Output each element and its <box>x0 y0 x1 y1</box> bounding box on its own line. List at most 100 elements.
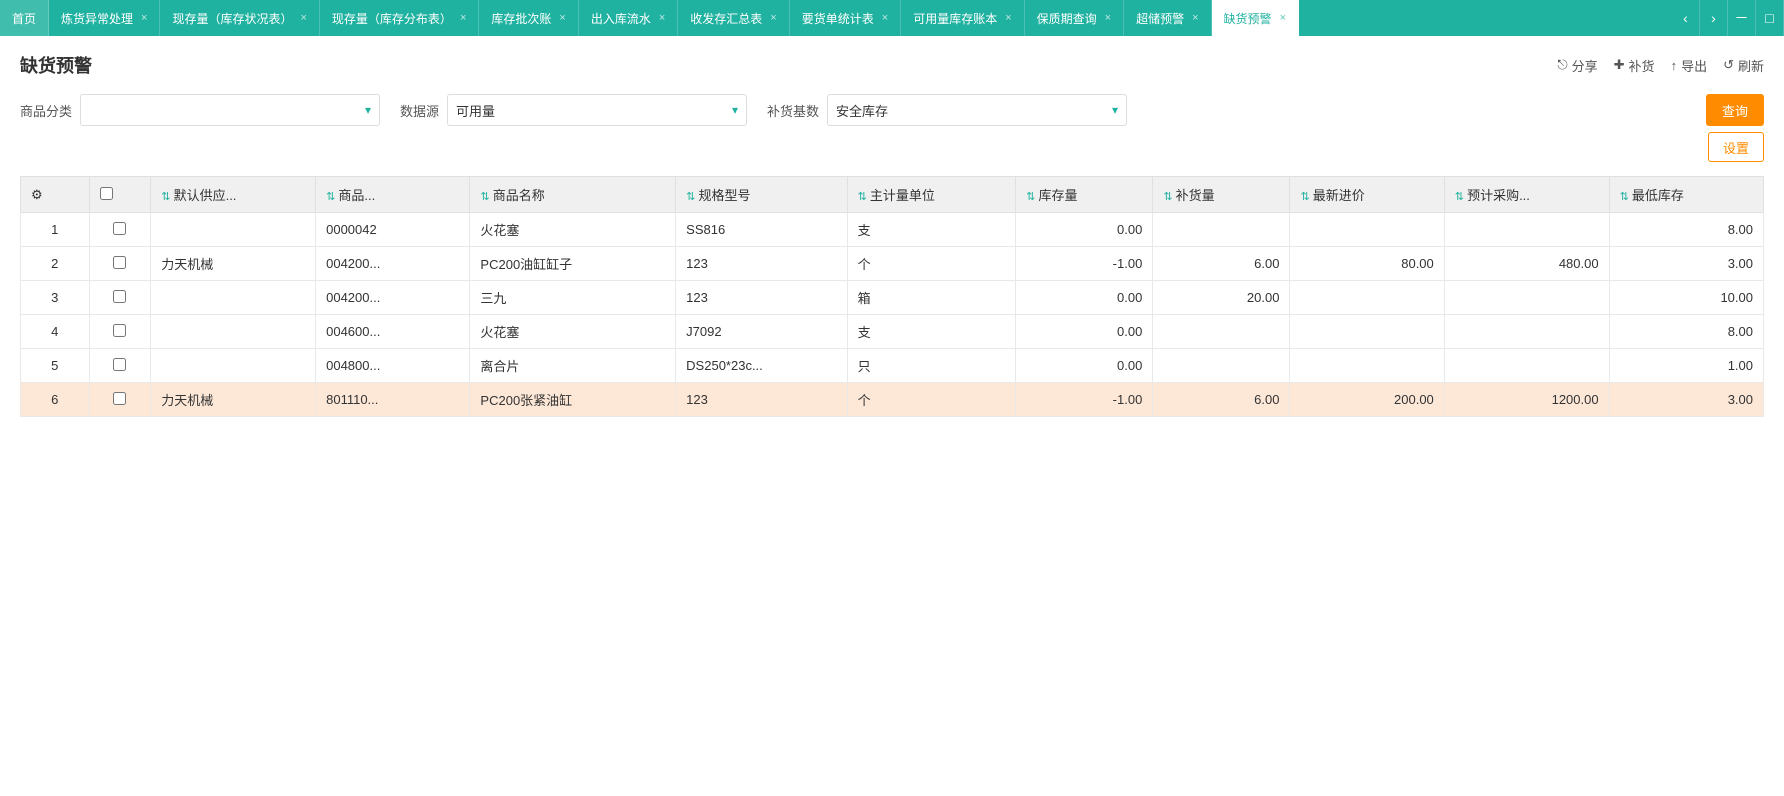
tab-close-order-stats[interactable]: × <box>882 12 888 24</box>
tab-scroll-next[interactable]: › <box>1700 0 1728 36</box>
th-supplier[interactable]: 默认供应... <box>151 177 316 213</box>
row-checkbox[interactable] <box>113 256 126 269</box>
datasource-arrow-icon: ▾ <box>732 103 738 117</box>
replenish-action[interactable]: ✚ 补货 <box>1614 56 1655 75</box>
row-replenish: 6.00 <box>1153 247 1290 281</box>
category-select[interactable]: ▾ <box>80 94 380 126</box>
tab-close-batch[interactable]: × <box>559 12 565 24</box>
share-action[interactable]: ⎋ 分享 <box>1557 56 1597 75</box>
select-all-checkbox[interactable] <box>100 187 113 200</box>
table-row: 5 004800... 离合片 DS250*23c... 只 0.00 1.00 <box>21 349 1764 383</box>
tab-stock-status[interactable]: 现存量（库存状况表） × <box>160 0 319 36</box>
row-checkbox[interactable] <box>113 358 126 371</box>
tab-abnormal[interactable]: 炼货异常处理 × <box>49 0 160 36</box>
row-est-buy <box>1444 213 1609 247</box>
tab-scroll-prev[interactable]: ‹ <box>1672 0 1700 36</box>
tab-overstock[interactable]: 超储预警 × <box>1124 0 1211 36</box>
settings-button[interactable]: 设置 <box>1708 132 1764 162</box>
table-row: 3 004200... 三九 123 箱 0.00 20.00 10.00 <box>21 281 1764 315</box>
refresh-action[interactable]: ↺ 刷新 <box>1723 56 1764 75</box>
th-min-stock[interactable]: 最低库存 <box>1609 177 1763 213</box>
row-index: 1 <box>21 213 90 247</box>
th-spec[interactable]: 规格型号 <box>676 177 847 213</box>
tab-close-abnormal[interactable]: × <box>141 12 147 24</box>
replenish-arrow-icon: ▾ <box>1112 103 1118 117</box>
row-checkbox[interactable] <box>113 324 126 337</box>
tab-expiry[interactable]: 保质期查询 × <box>1025 0 1124 36</box>
row-price: 200.00 <box>1290 383 1444 417</box>
tab-stock-dist[interactable]: 现存量（库存分布表） × <box>320 0 479 36</box>
gear-icon[interactable]: ⚙ <box>31 187 43 202</box>
row-checkbox-cell[interactable] <box>89 247 151 281</box>
row-index: 6 <box>21 383 90 417</box>
th-price[interactable]: 最新进价 <box>1290 177 1444 213</box>
row-supplier <box>151 281 316 315</box>
tab-available[interactable]: 可用量库存账本 × <box>901 0 1024 36</box>
tab-close-summary[interactable]: × <box>770 12 776 24</box>
tab-close-inout[interactable]: × <box>659 12 665 24</box>
th-unit[interactable]: 主计量单位 <box>847 177 1016 213</box>
tab-inout[interactable]: 出入库流水 × <box>579 0 678 36</box>
row-checkbox-cell[interactable] <box>89 281 151 315</box>
row-price <box>1290 281 1444 315</box>
page-title: 缺货预警 <box>20 52 92 78</box>
row-min-stock: 1.00 <box>1609 349 1763 383</box>
row-price <box>1290 315 1444 349</box>
row-est-buy: 480.00 <box>1444 247 1609 281</box>
tab-batch[interactable]: 库存批次账 × <box>479 0 578 36</box>
th-code[interactable]: 商品... <box>316 177 470 213</box>
replenish-select[interactable]: 安全库存 ▾ <box>827 94 1127 126</box>
th-replenish[interactable]: 补货量 <box>1153 177 1290 213</box>
row-checkbox[interactable] <box>113 222 126 235</box>
tab-close-shortage[interactable]: × <box>1280 12 1286 24</box>
row-code: 004200... <box>316 281 470 315</box>
th-est-buy[interactable]: 预计采购... <box>1444 177 1609 213</box>
row-checkbox-cell[interactable] <box>89 349 151 383</box>
datasource-select[interactable]: 可用量 ▾ <box>447 94 747 126</box>
row-index: 3 <box>21 281 90 315</box>
tab-minimize[interactable]: － <box>1728 0 1756 36</box>
share-icon: ⎋ <box>1557 57 1567 73</box>
tab-close-stock-status[interactable]: × <box>300 12 306 24</box>
tab-home[interactable]: 首页 <box>0 0 49 36</box>
tab-close-available[interactable]: × <box>1005 12 1011 24</box>
row-checkbox-cell[interactable] <box>89 213 151 247</box>
category-label: 商品分类 <box>20 101 72 120</box>
row-name: 火花塞 <box>470 315 676 349</box>
row-supplier <box>151 213 316 247</box>
row-checkbox[interactable] <box>113 392 126 405</box>
tab-close-stock-dist[interactable]: × <box>460 12 466 24</box>
tab-shortage[interactable]: 缺货预警 × <box>1212 0 1299 36</box>
row-replenish <box>1153 315 1290 349</box>
row-name: 三九 <box>470 281 676 315</box>
row-checkbox-cell[interactable] <box>89 315 151 349</box>
tab-maximize[interactable]: □ <box>1756 0 1784 36</box>
row-index: 4 <box>21 315 90 349</box>
row-checkbox[interactable] <box>113 290 126 303</box>
row-supplier: 力天机械 <box>151 383 316 417</box>
row-stock: 0.00 <box>1016 281 1153 315</box>
row-unit: 支 <box>847 213 1016 247</box>
th-checkbox[interactable] <box>89 177 151 213</box>
tab-summary[interactable]: 收发存汇总表 × <box>678 0 789 36</box>
th-name[interactable]: 商品名称 <box>470 177 676 213</box>
row-price <box>1290 349 1444 383</box>
tab-close-overstock[interactable]: × <box>1192 12 1198 24</box>
row-stock: 0.00 <box>1016 315 1153 349</box>
th-settings[interactable]: ⚙ <box>21 177 90 213</box>
query-button[interactable]: 查询 <box>1706 94 1764 126</box>
row-checkbox-cell[interactable] <box>89 383 151 417</box>
th-stock[interactable]: 库存量 <box>1016 177 1153 213</box>
tab-order-stats[interactable]: 要货单统计表 × <box>790 0 901 36</box>
row-price: 80.00 <box>1290 247 1444 281</box>
datasource-value: 可用量 <box>456 101 495 120</box>
row-stock: 0.00 <box>1016 349 1153 383</box>
row-supplier: 力天机械 <box>151 247 316 281</box>
row-est-buy: 1200.00 <box>1444 383 1609 417</box>
row-est-buy <box>1444 315 1609 349</box>
export-action[interactable]: ↑ 导出 <box>1671 56 1708 75</box>
datasource-label: 数据源 <box>400 101 439 120</box>
filter-replenish-group: 补货基数 安全库存 ▾ <box>767 94 1127 126</box>
row-unit: 只 <box>847 349 1016 383</box>
tab-close-expiry[interactable]: × <box>1105 12 1111 24</box>
